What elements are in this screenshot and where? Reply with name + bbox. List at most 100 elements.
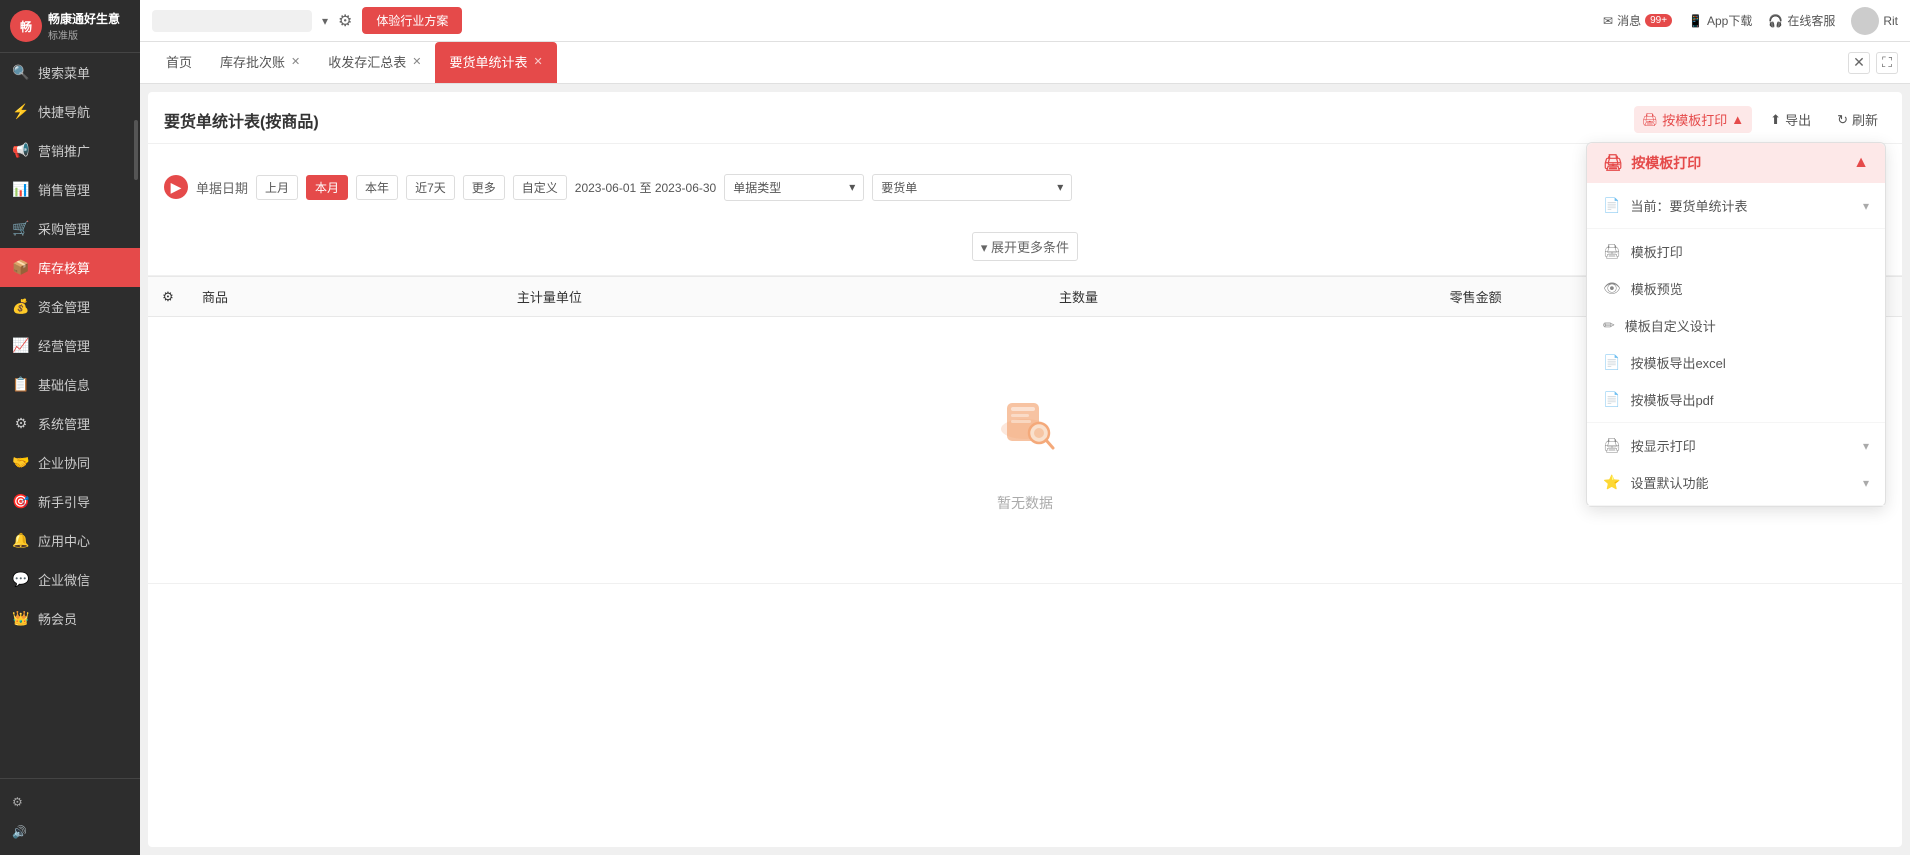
download-icon: 📱 (1688, 14, 1703, 28)
order-type-select[interactable]: 单据类型 ▾ (724, 174, 864, 201)
online-service-btn[interactable]: 🎧 在线客服 (1768, 12, 1835, 29)
file-icon: 📄 (1603, 197, 1620, 214)
crown-icon: 👑 (12, 610, 30, 628)
export-btn[interactable]: ⬆ 导出 (1762, 106, 1819, 133)
message-btn[interactable]: ✉ 消息 99+ (1603, 12, 1672, 29)
template-print-item[interactable]: 🖨 模板打印 (1587, 233, 1885, 270)
trial-button[interactable]: 体验行业方案 (362, 7, 462, 34)
sidebar-item-purchase[interactable]: 🛒 采购管理 (0, 209, 140, 248)
sidebar-item-member[interactable]: 👑 畅会员 (0, 599, 140, 638)
sidebar-item-finance[interactable]: 💰 资金管理 (0, 287, 140, 326)
sidebar-item-marketing[interactable]: 📢 营销推广 (0, 131, 140, 170)
expand-btn[interactable]: ✕ (1848, 52, 1870, 74)
template-design-item[interactable]: ✏ 模板自定义设计 (1587, 307, 1885, 344)
sidebar-item-system[interactable]: ⚙ 系统管理 (0, 404, 140, 443)
user-area[interactable]: Rit (1851, 7, 1898, 35)
sidebar-sound-btn[interactable]: 🔊 (0, 817, 140, 847)
pdf-icon: 📄 (1603, 391, 1620, 408)
tab-order-stats[interactable]: 要货单统计表 ✕ (435, 42, 556, 83)
sidebar-scrollbar[interactable] (134, 120, 138, 180)
tab-label: 收发存汇总表 (328, 52, 406, 71)
target-icon: 🎯 (12, 493, 30, 511)
order-type-label: 单据类型 (733, 179, 781, 196)
template-export-excel-item[interactable]: 📄 按模板导出excel (1587, 344, 1885, 381)
gear-icon: ⚙ (12, 415, 30, 433)
content-area: 要货单统计表(按商品) 🖨 按模板打印 ▲ ⬆ 导出 ↻ 刷新 ▶ (148, 92, 1902, 847)
app-name: 畅康通好生意 (48, 10, 120, 27)
tab-expand-area: ✕ ⛶ (1848, 52, 1898, 74)
printer-icon: 🖨 (1603, 153, 1623, 173)
dropdown-close-btn[interactable]: ▲ (1853, 154, 1869, 172)
dropdown-current-item[interactable]: 📄 当前：要货单统计表 ▾ (1587, 187, 1885, 224)
page-header: 要货单统计表(按商品) 🖨 按模板打印 ▲ ⬆ 导出 ↻ 刷新 (148, 92, 1902, 144)
sidebar-item-label: 库存核算 (38, 258, 90, 277)
tab-stock-summary[interactable]: 收发存汇总表 ✕ (314, 42, 435, 83)
close-icon[interactable]: ✕ (534, 55, 543, 68)
date-7days-btn[interactable]: 近7天 (406, 175, 455, 200)
settings-icon: ⚙ (12, 795, 23, 809)
topbar-dropdown-btn[interactable]: ▾ (322, 14, 328, 28)
sidebar-settings-btn[interactable]: ⚙ (0, 787, 140, 817)
service-icon: 🎧 (1768, 14, 1783, 28)
sidebar-item-basic-info[interactable]: 📋 基础信息 (0, 365, 140, 404)
set-default-item[interactable]: ⭐ 设置默认功能 ▾ (1587, 464, 1885, 501)
dropdown-current-section: 📄 当前：要货单统计表 ▾ (1587, 183, 1885, 229)
topbar-gear-btn[interactable]: ⚙ (338, 11, 352, 31)
refresh-btn[interactable]: ↻ 刷新 (1829, 106, 1886, 133)
sidebar-item-app-center[interactable]: 🔔 应用中心 (0, 521, 140, 560)
sidebar-item-operations[interactable]: 📈 经营管理 (0, 326, 140, 365)
dropdown-item-left: ⭐ 设置默认功能 (1603, 473, 1708, 492)
sidebar-item-label: 销售管理 (38, 180, 90, 199)
sidebar-logo: 畅 畅康通好生意 标准版 (0, 0, 140, 53)
app-download-label: App下载 (1707, 12, 1752, 29)
close-icon[interactable]: ✕ (291, 55, 300, 68)
search-icon: 🔍 (12, 64, 30, 82)
template-preview-item[interactable]: 👁 模板预览 (1587, 270, 1885, 307)
sidebar-item-sales[interactable]: 📊 销售管理 (0, 170, 140, 209)
tab-inventory-batch[interactable]: 库存批次账 ✕ (206, 42, 314, 83)
date-prev-month-btn[interactable]: 上月 (256, 175, 298, 200)
app-download-btn[interactable]: 📱 App下载 (1688, 12, 1752, 29)
topbar-right: ✉ 消息 99+ 📱 App下载 🎧 在线客服 Rit (1603, 7, 1898, 35)
sidebar-item-label: 新手引导 (38, 492, 90, 511)
sidebar-item-inventory[interactable]: 📦 库存核算 (0, 248, 140, 287)
chart-icon: 📊 (12, 181, 30, 199)
display-print-item[interactable]: 🖨 按显示打印 ▾ (1587, 427, 1885, 464)
date-cur-month-btn[interactable]: 本月 (306, 175, 348, 200)
topbar-search-input[interactable] (152, 10, 312, 32)
display-icon: 🖨 (1603, 437, 1621, 454)
sidebar-item-enterprise-wechat[interactable]: 💬 企业微信 (0, 560, 140, 599)
sidebar-item-label: 搜索菜单 (38, 63, 90, 82)
sidebar-item-label: 资金管理 (38, 297, 90, 316)
maximize-btn[interactable]: ⛶ (1876, 52, 1898, 74)
page-actions: 🖨 按模板打印 ▲ ⬆ 导出 ↻ 刷新 (1634, 106, 1886, 133)
sidebar-item-label: 应用中心 (38, 531, 90, 550)
date-cur-year-btn[interactable]: 本年 (356, 175, 398, 200)
sidebar-item-cooperation[interactable]: 🤝 企业协同 (0, 443, 140, 482)
sidebar-item-quick-nav[interactable]: ⚡ 快捷导航 (0, 92, 140, 131)
goods-select[interactable]: 要货单 ▾ (872, 174, 1072, 201)
display-print-label: 按显示打印 (1631, 436, 1696, 455)
message-icon: ✉ (1603, 14, 1613, 28)
tab-home[interactable]: 首页 (152, 42, 206, 83)
graph-icon: 📈 (12, 337, 30, 355)
excel-icon: 📄 (1603, 354, 1620, 371)
filter-expand-btn[interactable]: ▶ (164, 175, 188, 199)
printer-icon: 🖨 (1603, 243, 1621, 260)
clipboard-icon: 📋 (12, 376, 30, 394)
col-settings[interactable]: ⚙ (148, 277, 188, 317)
sidebar-item-label: 畅会员 (38, 609, 77, 628)
date-custom-btn[interactable]: 自定义 (513, 175, 567, 200)
sidebar-item-search-menu[interactable]: 🔍 搜索菜单 (0, 53, 140, 92)
set-default-label: 设置默认功能 (1630, 473, 1708, 492)
print-btn[interactable]: 🖨 按模板打印 ▲ (1634, 106, 1752, 133)
expand-more-btn[interactable]: ▾ 展开更多条件 (972, 232, 1078, 261)
chevron-down-icon: ▾ (1863, 439, 1869, 453)
template-preview-label: 模板预览 (1631, 279, 1683, 298)
template-export-pdf-item[interactable]: 📄 按模板导出pdf (1587, 381, 1885, 418)
close-icon[interactable]: ✕ (412, 55, 421, 68)
dropdown-title: 按模板打印 (1631, 153, 1701, 173)
sidebar-item-guide[interactable]: 🎯 新手引导 (0, 482, 140, 521)
tab-label: 库存批次账 (220, 52, 285, 71)
date-more-btn[interactable]: 更多 (463, 175, 505, 200)
